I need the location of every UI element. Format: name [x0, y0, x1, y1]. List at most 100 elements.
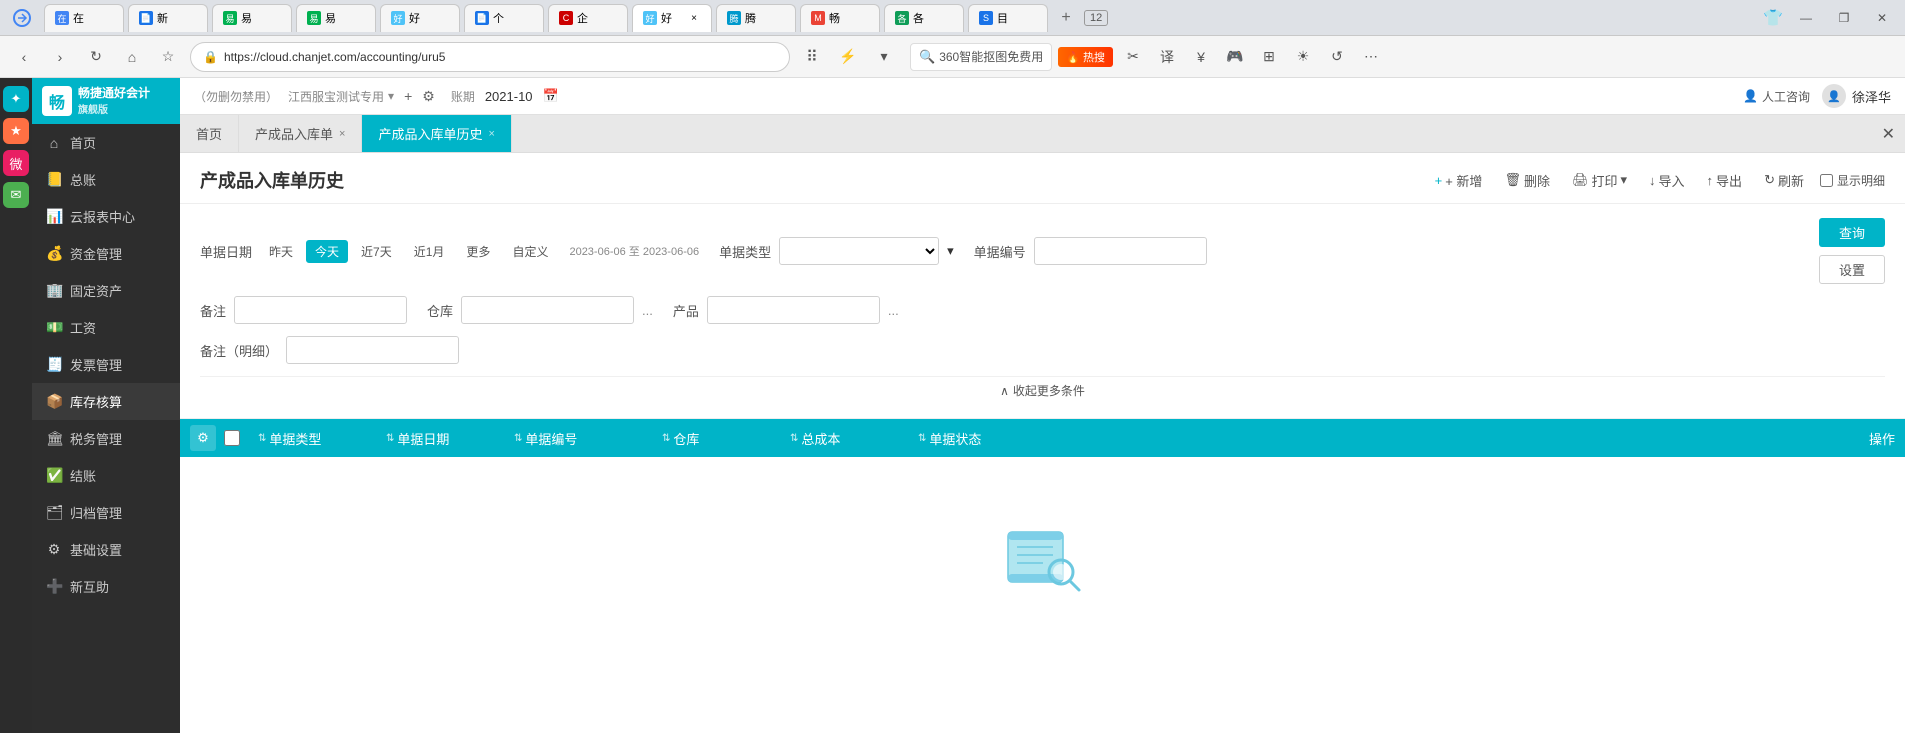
type-filter-select[interactable]	[779, 237, 939, 265]
date-custom-btn[interactable]: 自定义	[503, 240, 557, 263]
scissors-icon[interactable]: ✂	[1119, 43, 1147, 71]
browser-tab-t10[interactable]: M 畅	[800, 4, 880, 32]
sidebar-item-archive[interactable]: 🗂 归档管理	[32, 494, 180, 531]
tab-add-button[interactable]: +	[1052, 4, 1080, 32]
yuan-icon[interactable]: ¥	[1187, 43, 1215, 71]
panel-close-icon[interactable]: ✕	[1882, 124, 1895, 144]
delete-button[interactable]: 🗑 删除	[1498, 168, 1556, 193]
refresh-button[interactable]: ↻	[82, 43, 110, 71]
col-header-number[interactable]: ⇅ 单据编号	[514, 429, 634, 448]
bookmark-button[interactable]: ☆	[154, 43, 182, 71]
col-header-status[interactable]: ⇅ 单据状态	[918, 429, 1018, 448]
browser-tab-t8[interactable]: 好 好 ×	[632, 4, 712, 32]
browser-nav-icon[interactable]	[8, 4, 36, 32]
sidebar-item-ledger[interactable]: 📒 总账	[32, 161, 180, 198]
product-more-icon[interactable]: ...	[888, 303, 899, 318]
sidebar-item-basic[interactable]: ⚙ 基础设置	[32, 531, 180, 568]
refresh-label: 刷新	[1778, 171, 1804, 190]
company-selector[interactable]: 江西服宝测试专用 ▾	[288, 88, 394, 105]
date-today-btn[interactable]: 今天	[306, 240, 348, 263]
quick-icon-q3[interactable]: 微	[3, 150, 29, 176]
query-button[interactable]: 查询	[1819, 218, 1885, 247]
more-icon[interactable]: ⋯	[1357, 43, 1385, 71]
grid-icon[interactable]: ⊞	[1255, 43, 1283, 71]
detail-note-filter-input[interactable]	[286, 336, 459, 364]
table-settings-button[interactable]: ⚙	[190, 425, 216, 451]
date-more-btn[interactable]: 更多	[457, 240, 499, 263]
collapse-filter-button[interactable]: ∧ 收起更多条件	[200, 376, 1885, 404]
dropdown-icon[interactable]: ▾	[870, 43, 898, 71]
export-button[interactable]: ↑ 导出	[1701, 168, 1749, 193]
content-tab-list[interactable]: 产成品入库单 ×	[239, 115, 362, 152]
browser-tab-t1[interactable]: 在 在	[44, 4, 124, 32]
tab-list-close[interactable]: ×	[339, 128, 345, 140]
undo-icon[interactable]: ↺	[1323, 43, 1351, 71]
import-button[interactable]: ↓ 导入	[1643, 168, 1691, 193]
date-1month-btn[interactable]: 近1月	[405, 240, 454, 263]
content-tab-history[interactable]: 产成品入库单历史 ×	[362, 115, 511, 152]
warehouse-filter-input[interactable]	[461, 296, 634, 324]
basic-icon: ⚙	[46, 541, 62, 558]
date-7days-btn[interactable]: 近7天	[352, 240, 401, 263]
quick-icon-q1[interactable]: ✦	[3, 86, 29, 112]
extensions-icon[interactable]: ⠿	[798, 43, 826, 71]
sidebar-item-tax[interactable]: 🏛 税务管理	[32, 420, 180, 457]
warehouse-more-icon[interactable]: ...	[642, 303, 653, 318]
date-yesterday-btn[interactable]: 昨天	[260, 240, 302, 263]
tab-close-t8[interactable]: ×	[687, 11, 701, 25]
settings-button[interactable]: 设置	[1819, 255, 1885, 284]
number-filter-input[interactable]	[1034, 237, 1207, 265]
browser-tab-t6[interactable]: 📄 个	[464, 4, 544, 32]
forward-button[interactable]: ›	[46, 43, 74, 71]
sidebar-item-inventory[interactable]: 📦 库存核算	[32, 383, 180, 420]
address-bar[interactable]: 🔒 https://cloud.chanjet.com/accounting/u…	[190, 42, 790, 72]
col-header-warehouse[interactable]: ⇅ 仓库	[662, 429, 762, 448]
theme-icon[interactable]: ☀	[1289, 43, 1317, 71]
product-filter-input[interactable]	[707, 296, 880, 324]
sidebar-item-home[interactable]: ⌂ 首页	[32, 124, 180, 161]
refresh-button[interactable]: ↻ 刷新	[1758, 168, 1810, 193]
add-company-button[interactable]: +	[404, 88, 412, 104]
browser-tab-t12[interactable]: S 目	[968, 4, 1048, 32]
note-filter-input[interactable]	[234, 296, 407, 324]
home-button[interactable]: ⌂	[118, 43, 146, 71]
sidebar-item-payroll[interactable]: 💵 工资	[32, 309, 180, 346]
sidebar-item-checkout[interactable]: ✅ 结账	[32, 457, 180, 494]
company-settings-icon[interactable]: ⚙	[422, 88, 435, 105]
sidebar-item-invoice[interactable]: 🧾 发票管理	[32, 346, 180, 383]
browser-tab-t11[interactable]: 各 各	[884, 4, 964, 32]
browser-tab-t4[interactable]: 易 易	[296, 4, 376, 32]
quick-icon-q2[interactable]: ★	[3, 118, 29, 144]
col-header-cost[interactable]: ⇅ 总成本	[790, 429, 890, 448]
sidebar-item-fixed-assets[interactable]: 🏢 固定资产	[32, 272, 180, 309]
show-detail-checkbox[interactable]	[1820, 174, 1833, 187]
tab-history-close[interactable]: ×	[488, 128, 494, 140]
add-button[interactable]: + + 新增	[1429, 168, 1489, 193]
calendar-icon[interactable]: 📅	[543, 88, 559, 104]
browser-tab-t5[interactable]: 好 好	[380, 4, 460, 32]
breadcrumb-home[interactable]: 首页	[180, 115, 239, 152]
print-button[interactable]: 🖨 打印 ▾	[1566, 168, 1633, 193]
col-header-date[interactable]: ⇅ 单据日期	[386, 429, 486, 448]
back-button[interactable]: ‹	[10, 43, 38, 71]
browser-tab-t7[interactable]: C 企	[548, 4, 628, 32]
number-filter-group: 单据编号	[974, 237, 1207, 265]
minimize-button[interactable]: —	[1791, 8, 1821, 28]
search-box[interactable]: 🔍 360智能抠图免费用	[910, 43, 1052, 71]
browser-tab-t9[interactable]: 腾 腾	[716, 4, 796, 32]
table-select-all[interactable]	[224, 430, 240, 446]
game-icon[interactable]: 🎮	[1221, 43, 1249, 71]
quick-icon-q4[interactable]: ✉	[3, 182, 29, 208]
maximize-button[interactable]: ❐	[1829, 8, 1859, 28]
close-button[interactable]: ✕	[1867, 8, 1897, 28]
sidebar-item-reports[interactable]: 📊 云报表中心	[32, 198, 180, 235]
sidebar-item-more[interactable]: ➕ 新互助	[32, 568, 180, 605]
browser-tab-t2[interactable]: 📄 新	[128, 4, 208, 32]
sidebar-item-funds[interactable]: 💰 资金管理	[32, 235, 180, 272]
hot-search-badge[interactable]: 🔥 热搜	[1058, 47, 1113, 67]
translate-icon[interactable]: 译	[1153, 43, 1181, 71]
col-header-type[interactable]: ⇅ 单据类型	[258, 429, 358, 448]
human-service-button[interactable]: 👤 人工咨询	[1743, 88, 1810, 105]
lightning-icon[interactable]: ⚡	[834, 43, 862, 71]
browser-tab-t3[interactable]: 易 易	[212, 4, 292, 32]
